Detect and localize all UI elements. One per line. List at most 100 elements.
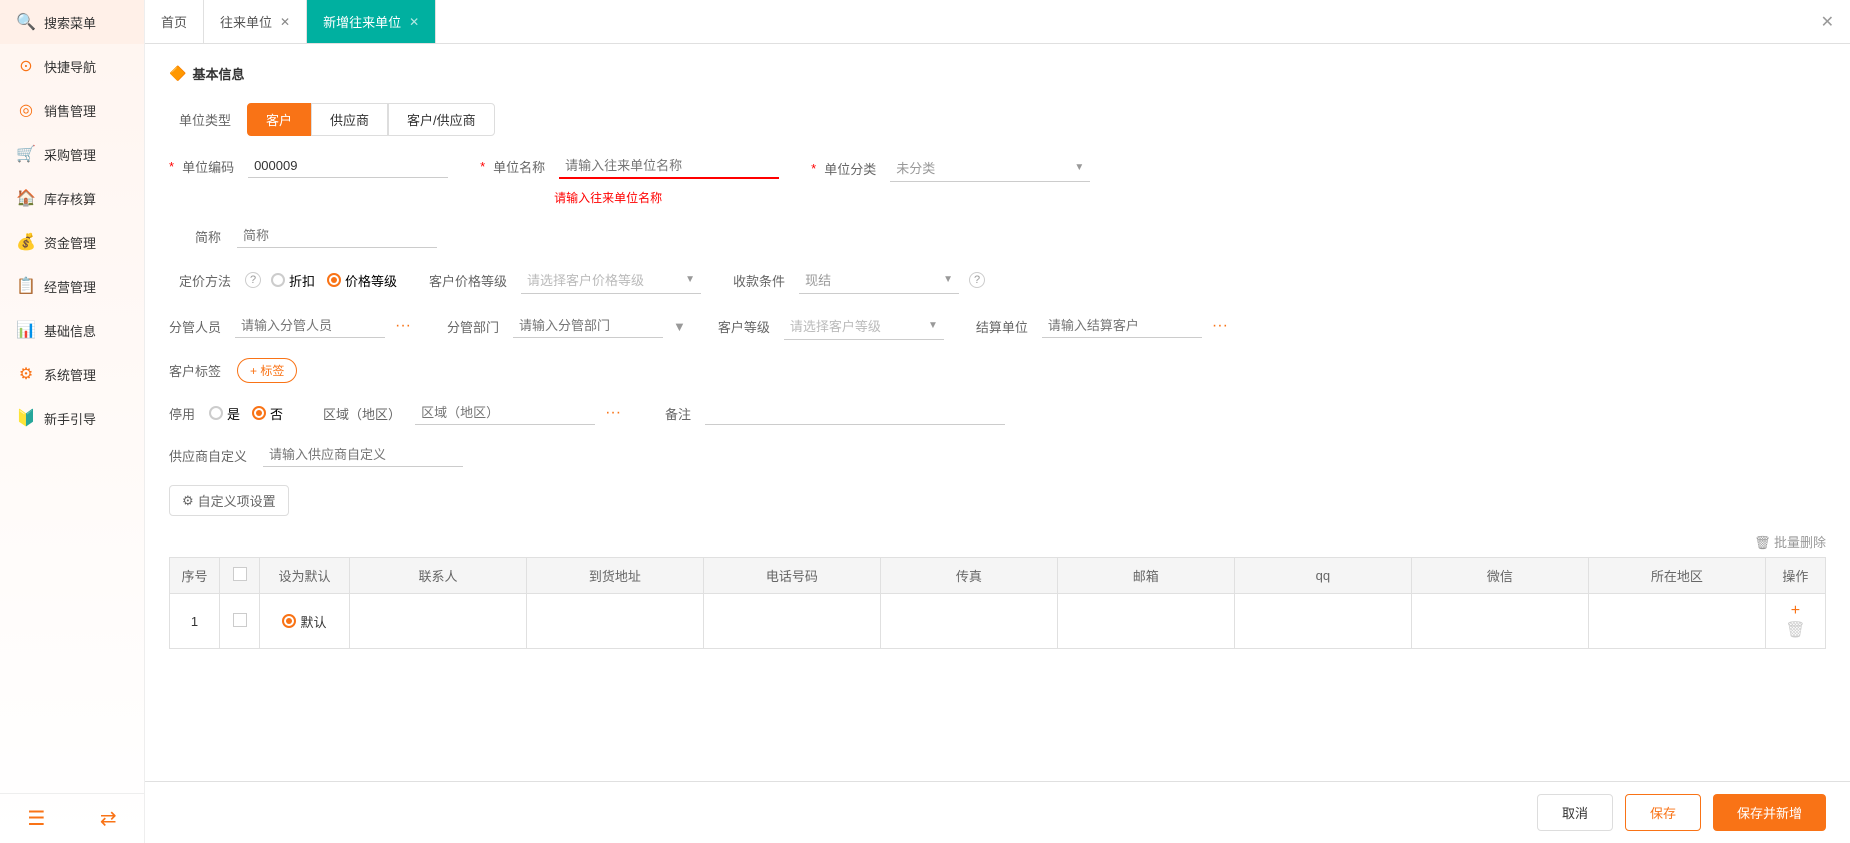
sidebar-item-sales[interactable]: ◎ 销售管理 [0,88,144,132]
sidebar-item-quick-nav-label: 快捷导航 [44,57,96,76]
row-area[interactable] [1588,594,1765,649]
settlement-unit-group: 结算单位 ··· [976,314,1232,338]
row-wechat-input[interactable] [1422,614,1578,629]
save-button[interactable]: 保存 [1625,794,1701,831]
th-fax: 传真 [880,558,1057,594]
unit-name-error-msg: 请输入往来单位名称 [554,191,662,205]
row-contact-input[interactable] [360,614,516,629]
unit-category-select[interactable]: 未分类 ▼ [890,154,1090,182]
region-input[interactable] [415,401,595,425]
remarks-input[interactable] [705,401,1005,425]
row-delete-btn[interactable]: 🗑 [1783,622,1807,639]
tab-partners-close[interactable]: ✕ [280,15,290,29]
type-btn-both[interactable]: 客户/供应商 [388,103,495,136]
unit-code-input[interactable] [248,154,448,178]
department-input[interactable] [513,314,663,338]
sidebar-item-purchase[interactable]: 🛒 采购管理 [0,132,144,176]
payment-terms-label: 收款条件 [733,271,793,290]
row-wechat[interactable] [1411,594,1588,649]
tab-bar-close-btn[interactable]: ✕ [1805,12,1850,32]
row-select-checkbox[interactable] [233,613,247,627]
payment-terms-help-icon[interactable]: ? [969,272,985,288]
pricing-help-icon[interactable]: ? [245,272,261,288]
row-qq-input[interactable] [1245,614,1401,629]
row-address[interactable] [526,594,703,649]
tab-home[interactable]: 首页 [145,0,204,43]
sidebar-item-operations[interactable]: 📋 经营管理 [0,264,144,308]
settlement-unit-input[interactable] [1042,314,1202,338]
sidebar-item-guide[interactable]: 🔰 新手引导 [0,396,144,440]
sidebar-collapse-btn[interactable]: ☰ [23,802,49,835]
type-btn-customer[interactable]: 客户 [247,103,311,136]
type-btn-supplier[interactable]: 供应商 [311,103,388,136]
supplier-custom-row: 供应商自定义 [169,443,1826,467]
row-email[interactable] [1057,594,1234,649]
settings-btn[interactable]: ⚙ 自定义项设置 [169,485,289,516]
disabled-no-radio[interactable]: 否 [252,404,283,423]
select-all-checkbox[interactable] [233,567,247,581]
row-action: + 🗑 [1765,594,1825,649]
row-phone-input[interactable] [714,614,870,629]
disabled-group: 停用 是 否 [169,404,283,423]
sidebar-bottom: ☰ ⇄ [0,793,144,843]
row-address-input[interactable] [537,614,693,629]
manager-input[interactable] [235,314,385,338]
region-more-btn[interactable]: ··· [601,404,625,422]
pricing-level-radio[interactable]: 价格等级 [327,271,397,290]
customer-level-select[interactable]: 请选择客户等级 ▼ [784,312,944,340]
customer-price-level-select[interactable]: 请选择客户价格等级 ▼ [521,266,701,294]
table-row: 1 默认 [170,594,1826,649]
sidebar-item-basics-label: 基础信息 [44,321,96,340]
short-name-input[interactable] [237,224,437,248]
short-name-row: 简称 [169,224,1826,248]
row-checkbox[interactable] [220,594,260,649]
disabled-yes-label: 是 [227,404,240,423]
supplier-custom-input[interactable] [263,443,463,467]
settings-btn-label: 自定义项设置 [198,491,276,510]
tab-partners[interactable]: 往来单位 ✕ [204,0,307,43]
unit-name-input[interactable] [559,154,779,179]
sidebar-item-operations-label: 经营管理 [44,277,96,296]
row-add-btn[interactable]: + [1789,602,1802,619]
manager-more-btn[interactable]: ··· [391,317,415,335]
row-phone[interactable] [703,594,880,649]
tab-new-partner-label: 新增往来单位 [323,12,401,31]
row-qq[interactable] [1234,594,1411,649]
sidebar-item-system[interactable]: ⚙ 系统管理 [0,352,144,396]
form-content: 🔶 基本信息 单位类型 客户 供应商 客户/供应商 * 单位编码 * 单位名称 [145,44,1850,781]
payment-terms-select[interactable]: 现结 ▼ [799,266,959,294]
pricing-discount-radio[interactable]: 折扣 [271,271,315,290]
add-tag-btn[interactable]: + 标签 [237,358,297,383]
sidebar-item-search-label: 搜索菜单 [44,13,96,32]
unit-code-required: * [169,159,174,174]
th-area: 所在地区 [1588,558,1765,594]
row-email-input[interactable] [1068,614,1224,629]
remarks-group: 备注 [665,401,1005,425]
customer-level-label: 客户等级 [718,317,778,336]
settlement-unit-more-btn[interactable]: ··· [1208,317,1232,335]
row-fax[interactable] [880,594,1057,649]
disabled-yes-radio[interactable]: 是 [209,404,240,423]
row-contact[interactable] [350,594,527,649]
supplier-custom-label: 供应商自定义 [169,446,255,465]
sidebar-item-search[interactable]: 🔍 搜索菜单 [0,0,144,44]
row-area-input[interactable] [1599,614,1755,629]
sidebar-expand-btn[interactable]: ⇄ [96,802,121,835]
tab-new-partner-close[interactable]: ✕ [409,15,419,29]
sidebar-item-quick-nav[interactable]: ⊙ 快捷导航 [0,44,144,88]
pricing-level-label: 价格等级 [345,271,397,290]
sidebar-item-inventory[interactable]: 🏠 库存核算 [0,176,144,220]
th-address: 到货地址 [526,558,703,594]
pricing-radio-group: 折扣 价格等级 [271,271,397,290]
sidebar-item-basics[interactable]: 📊 基础信息 [0,308,144,352]
row-fax-input[interactable] [891,614,1047,629]
disabled-radio-group: 是 否 [209,404,283,423]
manager-row: 分管人员 ··· 分管部门 ▼ 客户等级 请选择客户等级 ▼ 结算单位 ··· [169,312,1826,340]
tab-new-partner[interactable]: 新增往来单位 ✕ [307,0,436,43]
save-add-button[interactable]: 保存并新增 [1713,794,1826,831]
sidebar-item-finance[interactable]: 💰 资金管理 [0,220,144,264]
disabled-yes-circle [209,406,223,420]
cancel-button[interactable]: 取消 [1537,794,1613,831]
row-default-radio[interactable]: 默认 [270,612,339,631]
batch-delete-btn[interactable]: 🗑 批量删除 [169,532,1826,551]
